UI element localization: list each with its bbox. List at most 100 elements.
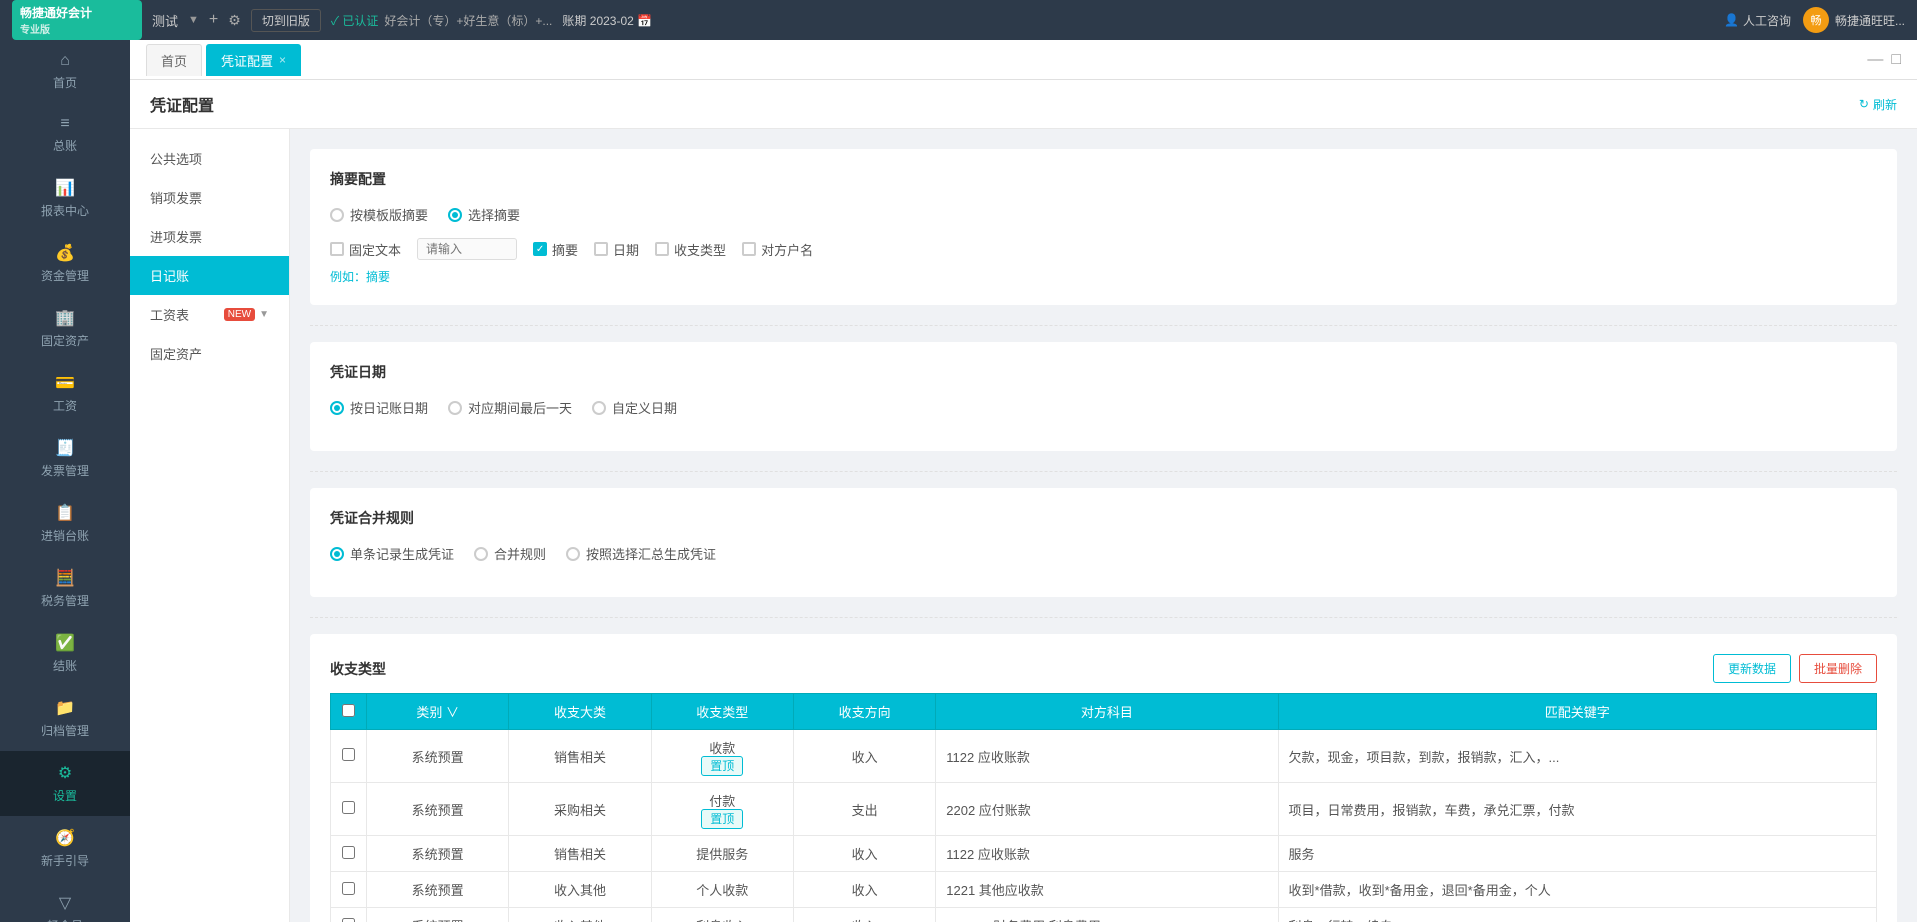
home-icon: ⌂: [60, 52, 70, 70]
certified-badge: ✓ 已认证: [331, 12, 379, 29]
app-sub: 专业版: [20, 21, 92, 36]
radio-single[interactable]: 单条记录生成凭证: [330, 544, 454, 563]
tabbar: 首页 凭证配置 × — □: [130, 40, 1917, 80]
left-menu-item-public[interactable]: 公共选项: [130, 139, 289, 178]
period-label: 账期 2023-02 📅: [562, 12, 652, 29]
radio-journal-date[interactable]: 按日记账日期: [330, 398, 428, 417]
checkout-icon: ✅: [55, 633, 75, 653]
batch-delete-button[interactable]: 批量删除: [1799, 654, 1877, 683]
gear-icon[interactable]: ⚙: [228, 12, 241, 29]
row-checkbox-cell[interactable]: [331, 730, 367, 783]
report-icon: 📊: [55, 178, 75, 198]
th-checkbox[interactable]: [331, 694, 367, 730]
row-checkbox[interactable]: [342, 882, 355, 895]
fund-icon: 💰: [55, 243, 75, 263]
sidebar-item-tax[interactable]: 🧮 税务管理: [0, 556, 130, 621]
sidebar-item-guide[interactable]: 🧭 新手引导: [0, 816, 130, 881]
checkbox-date[interactable]: 日期: [594, 240, 639, 259]
switch-version-button[interactable]: 切到旧版: [251, 9, 321, 32]
left-menu-item-purchase-invoice[interactable]: 进项发票: [130, 217, 289, 256]
income-type-text: 个人收款: [696, 883, 748, 898]
radio-merge[interactable]: 合并规则: [474, 544, 546, 563]
date-section-title: 凭证日期: [330, 362, 1877, 382]
left-menu-item-fixed-assets[interactable]: 固定资产: [130, 334, 289, 373]
row-account: 1122 应收账款: [936, 730, 1278, 783]
update-data-button[interactable]: 更新数据: [1713, 654, 1791, 683]
maximize-button[interactable]: □: [1891, 51, 1901, 69]
add-icon[interactable]: +: [209, 11, 218, 29]
dropdown-arrow-icon[interactable]: ▼: [188, 14, 199, 26]
radio-template[interactable]: 按模板版摘要: [330, 205, 428, 224]
income-table: 类别 ∨ 收支大类 收支类型 收支方向 对方科目 匹配关键字 系统预置 销售相关…: [330, 693, 1877, 922]
invoice-icon: 🧾: [55, 438, 75, 458]
sidebar-item-ledger[interactable]: ≡ 总账: [0, 103, 130, 166]
th-income-type: 收支类型: [651, 694, 793, 730]
sidebar-item-archive[interactable]: 📁 归档管理: [0, 686, 130, 751]
table-row: 系统预置 采购相关 付款 置顶 支出 2202 应付账款 项目，日常费用，报销款…: [331, 783, 1877, 836]
type-tag-btn[interactable]: 置顶: [701, 756, 743, 776]
table-row: 系统预置 销售相关 收款 置顶 收入 1122 应收账款 欠款，现金，项目款，到…: [331, 730, 1877, 783]
table-row: 系统预置 收入其他 个人收款 收入 1221 其他应收款 收到*借款，收到*备用…: [331, 872, 1877, 908]
checkbox-party[interactable]: 对方户名: [742, 240, 813, 259]
checkbox-type[interactable]: 收支类型: [655, 240, 726, 259]
radio-circle-select-total: [566, 547, 580, 561]
select-all-checkbox[interactable]: [342, 704, 355, 717]
refresh-button[interactable]: ↻ 刷新: [1859, 96, 1897, 113]
row-checkbox[interactable]: [342, 846, 355, 859]
row-checkbox-cell[interactable]: [331, 836, 367, 872]
sidebar-item-label: 畅会员: [47, 917, 83, 922]
row-checkbox-cell[interactable]: [331, 783, 367, 836]
sidebar-item-invoice[interactable]: 🧾 发票管理: [0, 426, 130, 491]
radio-circle-single: [330, 547, 344, 561]
sidebar-item-salary[interactable]: 💳 工资: [0, 361, 130, 426]
income-section-title: 收支类型: [330, 659, 386, 679]
row-keywords: 项目，日常费用，报销款，车费，承兑汇票，付款: [1278, 783, 1876, 836]
left-menu-item-journal[interactable]: 日记账: [130, 256, 289, 295]
radio-custom-date[interactable]: 自定义日期: [592, 398, 677, 417]
radio-select-total[interactable]: 按照选择汇总生成凭证: [566, 544, 716, 563]
ledger-icon: ≡: [60, 115, 69, 133]
row-keywords: 收到*借款，收到*备用金，退回*备用金，个人: [1278, 872, 1876, 908]
checkbox-box-type: [655, 242, 669, 256]
consult-icon: 👤: [1724, 13, 1739, 27]
checkbox-box-date: [594, 242, 608, 256]
row-checkbox[interactable]: [342, 801, 355, 814]
close-tab-icon[interactable]: ×: [279, 53, 286, 67]
row-checkbox-cell[interactable]: [331, 872, 367, 908]
radio-period-last[interactable]: 对应期间最后一天: [448, 398, 572, 417]
sidebar-item-home[interactable]: ⌂ 首页: [0, 40, 130, 103]
radio-select[interactable]: 选择摘要: [448, 205, 520, 224]
sidebar-item-member[interactable]: ▽ 畅会员: [0, 881, 130, 922]
radio-circle-template: [330, 208, 344, 222]
consult-button[interactable]: 👤 人工咨询: [1724, 12, 1791, 29]
row-account: 1122 应收账款: [936, 836, 1278, 872]
left-menu-item-sales-invoice[interactable]: 销项发票: [130, 178, 289, 217]
tab-voucher-config[interactable]: 凭证配置 ×: [206, 44, 301, 76]
merge-section-title: 凭证合并规则: [330, 508, 1877, 528]
sidebar-item-settings[interactable]: ⚙ 设置: [0, 751, 130, 816]
fixed-text-input[interactable]: [417, 238, 517, 260]
sidebar-item-label: 归档管理: [41, 722, 89, 739]
minimize-button[interactable]: —: [1867, 51, 1883, 69]
left-menu-item-payroll[interactable]: 工资表 NEW ▼: [130, 295, 289, 334]
tab-home[interactable]: 首页: [146, 44, 202, 76]
checkbox-summary[interactable]: ✓ 摘要: [533, 240, 578, 259]
row-checkbox[interactable]: [342, 748, 355, 761]
summary-section-title: 摘要配置: [330, 169, 1877, 189]
sidebar-item-fund[interactable]: 💰 资金管理: [0, 231, 130, 296]
checkbox-fixed-text[interactable]: 固定文本: [330, 240, 401, 259]
row-income-type: 利息收入: [651, 908, 793, 922]
sidebar-item-purchase[interactable]: 📋 进销台账: [0, 491, 130, 556]
row-major-type: 销售相关: [509, 730, 651, 783]
sidebar-item-fixed-asset[interactable]: 🏢 固定资产: [0, 296, 130, 361]
row-direction: 收入: [793, 872, 935, 908]
sidebar-item-report[interactable]: 📊 报表中心: [0, 166, 130, 231]
row-checkbox[interactable]: [342, 918, 355, 922]
type-tag-btn[interactable]: 置顶: [701, 809, 743, 829]
row-category: 系统预置: [367, 836, 509, 872]
sidebar-item-label: 固定资产: [41, 332, 89, 349]
sidebar-item-checkout[interactable]: ✅ 结账: [0, 621, 130, 686]
row-account: 1221 其他应收款: [936, 872, 1278, 908]
row-checkbox-cell[interactable]: [331, 908, 367, 922]
row-category: 系统预置: [367, 908, 509, 922]
